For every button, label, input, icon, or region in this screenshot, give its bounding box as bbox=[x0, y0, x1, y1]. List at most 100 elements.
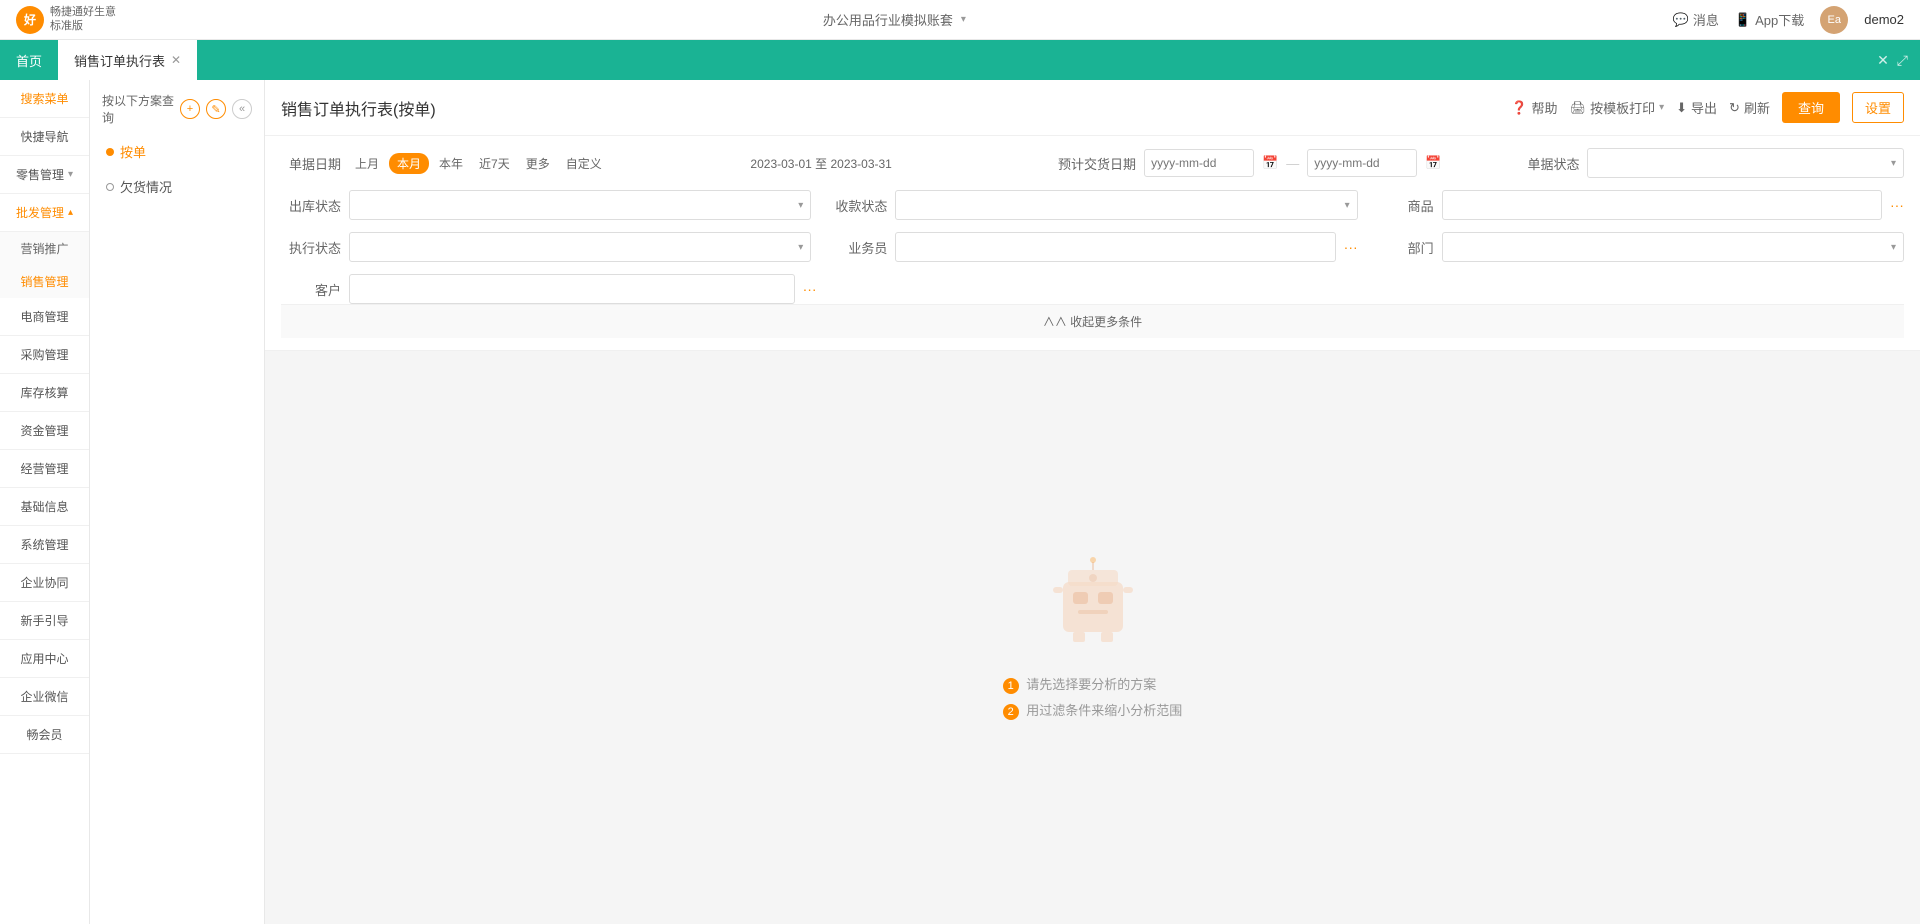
customer-item: 客户 ··· bbox=[281, 274, 817, 304]
sidebar-search-menu[interactable]: 搜索菜单 bbox=[0, 80, 89, 118]
setting-btn[interactable]: 设置 bbox=[1852, 92, 1904, 123]
tab-close-icon[interactable]: ✕ bbox=[171, 53, 181, 67]
page-header: 销售订单执行表(按单) ❓ 帮助 🖨 按模板打印 ▾ ⬇ 导出 ↻ 刷新 bbox=[265, 80, 1920, 136]
sidebar-item-ecommerce[interactable]: 电商管理 bbox=[0, 298, 89, 336]
left-panel-header: 按以下方案查询 + ✎ « bbox=[90, 92, 264, 134]
sidebar-sub-wholesale: 营销推广 销售管理 bbox=[0, 232, 89, 298]
exec-status-item: 执行状态 ▾ bbox=[281, 232, 811, 262]
sidebar-item-corpwechat[interactable]: 企业微信 bbox=[0, 678, 89, 716]
status-select-wrap: ▾ bbox=[1587, 148, 1904, 178]
sidebar-item-appcenter[interactable]: 应用中心 bbox=[0, 640, 89, 678]
user-name: demo2 bbox=[1864, 12, 1904, 27]
out-stock-select-wrap: ▾ bbox=[349, 190, 811, 220]
center-dropdown-arrow[interactable]: ▾ bbox=[961, 14, 966, 25]
sidebar: 搜索菜单 快捷导航 零售管理 ▾ 批发管理 ▴ 营销推广 销售管理 电商管理 采… bbox=[0, 80, 90, 924]
cal-icon-to[interactable]: 📅 bbox=[1425, 155, 1441, 171]
sidebar-item-member[interactable]: 畅会员 bbox=[0, 716, 89, 754]
exec-status-select-wrap: ▾ bbox=[349, 232, 811, 262]
empty-state: 1 请先选择要分析的方案 2 用过滤条件来缩小分析范围 bbox=[265, 351, 1920, 924]
status-select[interactable] bbox=[1587, 148, 1904, 178]
add-scheme-btn[interactable]: + bbox=[180, 99, 200, 119]
tab-home[interactable]: 首页 bbox=[0, 40, 58, 80]
sidebar-sub-sales[interactable]: 销售管理 bbox=[0, 265, 89, 298]
receipt-select[interactable] bbox=[895, 190, 1357, 220]
collapse-panel-btn[interactable]: « bbox=[232, 99, 252, 119]
receipt-item: 收款状态 ▾ bbox=[827, 190, 1357, 220]
sidebar-item-retail[interactable]: 零售管理 ▾ bbox=[0, 156, 89, 194]
expected-date-to[interactable] bbox=[1307, 149, 1417, 177]
date-tab-this-month[interactable]: 本月 bbox=[389, 153, 429, 174]
avatar[interactable]: Ea bbox=[1820, 6, 1848, 34]
sidebar-item-wholesale[interactable]: 批发管理 ▴ bbox=[0, 194, 89, 232]
sidebar-item-finance[interactable]: 资金管理 bbox=[0, 412, 89, 450]
scheme-dot-active bbox=[106, 148, 114, 156]
top-bar-left: 好 畅捷通好生意 标准版 bbox=[16, 6, 116, 34]
exec-status-label: 执行状态 bbox=[281, 238, 341, 257]
goods-item: 商品 ··· bbox=[1374, 190, 1904, 220]
date-tab-last-month[interactable]: 上月 bbox=[349, 153, 385, 174]
salesperson-input[interactable] bbox=[895, 232, 1335, 262]
out-stock-item: 出库状态 ▾ bbox=[281, 190, 811, 220]
scheme-item-debt[interactable]: 欠货情况 bbox=[90, 169, 264, 204]
top-bar-right: 💬 消息 📱 App下载 Ea demo2 bbox=[1673, 6, 1904, 34]
sidebar-item-newbie[interactable]: 新手引导 bbox=[0, 602, 89, 640]
date-tab-custom[interactable]: 自定义 bbox=[560, 153, 608, 174]
print-dropdown-arrow[interactable]: ▾ bbox=[1659, 102, 1664, 113]
sidebar-item-operation[interactable]: 经营管理 bbox=[0, 450, 89, 488]
goods-input[interactable] bbox=[1442, 190, 1882, 220]
app-icon: 📱 bbox=[1735, 12, 1751, 28]
filter-row-1: 单据日期 上月 本月 本年 近7天 更多 自定义 2023-03-01 至 20 bbox=[281, 148, 1904, 178]
dept-select[interactable] bbox=[1442, 232, 1904, 262]
dept-select-wrap: ▾ bbox=[1442, 232, 1904, 262]
message-icon: 💬 bbox=[1673, 12, 1689, 28]
status-item: 单据状态 ▾ bbox=[1519, 148, 1904, 178]
sidebar-item-system[interactable]: 系统管理 bbox=[0, 526, 89, 564]
print-btn[interactable]: 🖨 按模板打印 ▾ bbox=[1570, 98, 1665, 117]
wholesale-arrow: ▴ bbox=[68, 207, 73, 218]
logo-text: 畅捷通好生意 标准版 bbox=[50, 6, 116, 32]
sidebar-sub-marketing[interactable]: 营销推广 bbox=[0, 232, 89, 265]
exec-status-select[interactable] bbox=[349, 232, 811, 262]
scheme-item-order[interactable]: 按单 bbox=[90, 134, 264, 169]
sidebar-item-purchase[interactable]: 采购管理 bbox=[0, 336, 89, 374]
sidebar-item-enterprise[interactable]: 企业协同 bbox=[0, 564, 89, 602]
out-stock-select[interactable] bbox=[349, 190, 811, 220]
refresh-btn[interactable]: ↻ 刷新 bbox=[1729, 98, 1770, 117]
export-btn[interactable]: ⬇ 导出 bbox=[1676, 98, 1717, 117]
receipt-select-wrap: ▾ bbox=[895, 190, 1357, 220]
expected-date-from[interactable] bbox=[1144, 149, 1254, 177]
left-panel-icons: + ✎ « bbox=[180, 99, 252, 119]
customer-input[interactable] bbox=[349, 274, 795, 304]
salesperson-dots[interactable]: ··· bbox=[1344, 239, 1358, 255]
sidebar-item-inventory[interactable]: 库存核算 bbox=[0, 374, 89, 412]
customer-dots[interactable]: ··· bbox=[803, 281, 817, 297]
date-tab-more[interactable]: 更多 bbox=[520, 153, 556, 174]
sidebar-quick-nav[interactable]: 快捷导航 bbox=[0, 118, 89, 156]
help-btn[interactable]: ❓ 帮助 bbox=[1511, 98, 1557, 117]
date-tabs: 上月 本月 本年 近7天 更多 自定义 bbox=[349, 153, 608, 174]
page-title: 销售订单执行表(按单) bbox=[281, 96, 436, 120]
tab-expand-icon[interactable]: ⤢ bbox=[1897, 52, 1908, 69]
cal-icon-from[interactable]: 📅 bbox=[1262, 155, 1278, 171]
message-btn[interactable]: 💬 消息 bbox=[1673, 10, 1719, 29]
app-download-btn[interactable]: 📱 App下载 bbox=[1735, 10, 1804, 29]
goods-dots[interactable]: ··· bbox=[1890, 197, 1904, 213]
right-area: 销售订单执行表(按单) ❓ 帮助 🖨 按模板打印 ▾ ⬇ 导出 ↻ 刷新 bbox=[265, 80, 1920, 924]
filter-area: 单据日期 上月 本月 本年 近7天 更多 自定义 2023-03-01 至 20 bbox=[265, 136, 1920, 351]
tab-sales-exec[interactable]: 销售订单执行表 ✕ bbox=[58, 40, 197, 80]
tab-bar: 首页 销售订单执行表 ✕ ✕ ⤢ bbox=[0, 40, 1920, 80]
collapse-bar[interactable]: ∧∧ 收起更多条件 bbox=[281, 304, 1904, 338]
filter-row-4: 客户 ··· bbox=[281, 274, 1904, 304]
salesperson-label: 业务员 bbox=[827, 238, 887, 257]
goods-label: 商品 bbox=[1374, 196, 1434, 215]
sidebar-item-basic[interactable]: 基础信息 bbox=[0, 488, 89, 526]
receipt-label: 收款状态 bbox=[827, 196, 887, 215]
date-tab-7days[interactable]: 近7天 bbox=[473, 153, 516, 174]
date-tab-this-year[interactable]: 本年 bbox=[433, 153, 469, 174]
date-filter: 上月 本月 本年 近7天 更多 自定义 bbox=[349, 153, 742, 174]
edit-scheme-btn[interactable]: ✎ bbox=[206, 99, 226, 119]
expected-date-item: 预计交货日期 📅 — 📅 bbox=[1058, 149, 1519, 177]
status-label: 单据状态 bbox=[1519, 154, 1579, 173]
tab-close-all-icon[interactable]: ✕ bbox=[1877, 52, 1889, 69]
query-btn[interactable]: 查询 bbox=[1782, 92, 1840, 123]
